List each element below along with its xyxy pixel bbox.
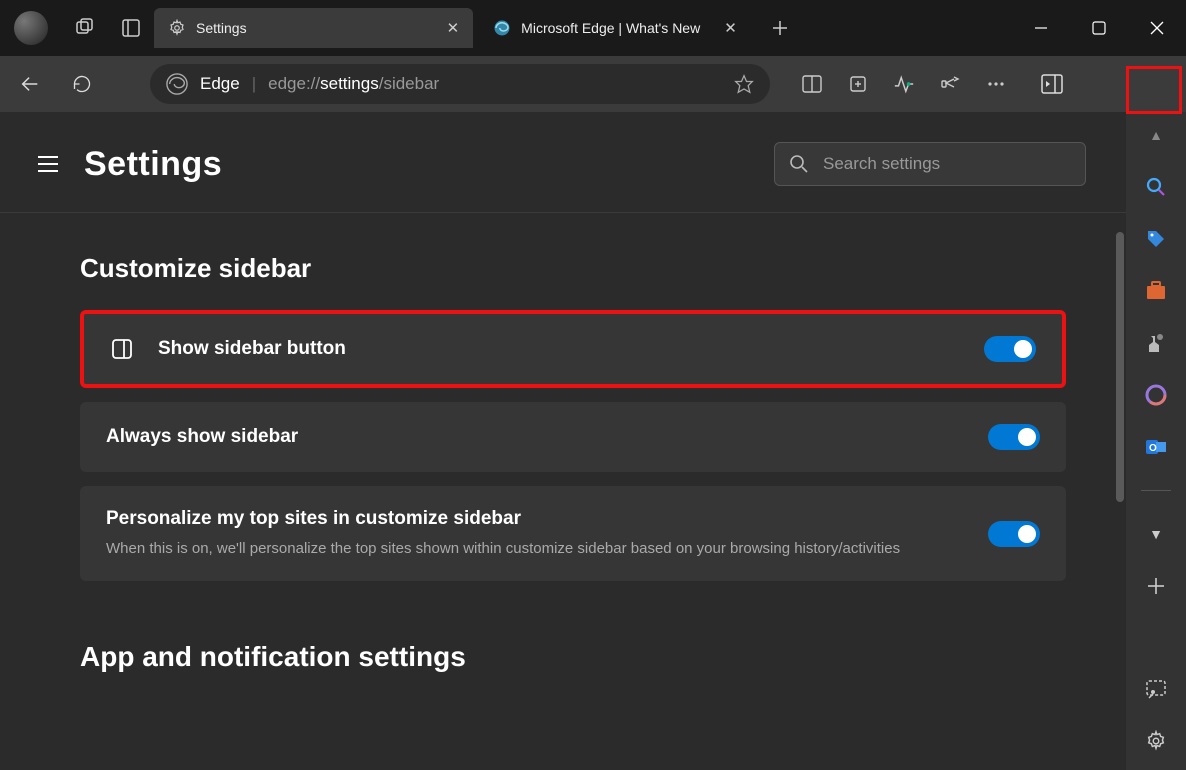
svg-text:O: O xyxy=(1149,443,1157,454)
edge-logo-icon xyxy=(166,73,188,95)
window-controls xyxy=(1012,0,1186,56)
search-icon[interactable] xyxy=(1143,174,1169,200)
tab-label: Microsoft Edge | What's New xyxy=(521,20,700,36)
settings-content: Settings Customize sidebar Show sidebar … xyxy=(0,112,1126,770)
section-title: Customize sidebar xyxy=(80,253,1066,284)
tab-actions-icon[interactable] xyxy=(62,0,108,56)
briefcase-icon[interactable] xyxy=(1143,278,1169,304)
collections-icon[interactable] xyxy=(836,62,880,106)
share-icon[interactable] xyxy=(928,62,972,106)
tab-whatsnew[interactable]: Microsoft Edge | What's New ✕ xyxy=(479,8,751,48)
setting-label: Always show sidebar xyxy=(106,426,298,448)
games-icon[interactable] xyxy=(1143,330,1169,356)
outlook-icon[interactable]: O xyxy=(1143,434,1169,460)
gear-icon xyxy=(168,19,186,37)
maximize-button[interactable] xyxy=(1070,0,1128,56)
page-title: Settings xyxy=(84,145,222,184)
profile-avatar[interactable] xyxy=(14,11,48,45)
toggle-switch[interactable] xyxy=(984,336,1036,362)
search-settings[interactable] xyxy=(774,142,1086,186)
titlebar: Settings ✕ Microsoft Edge | What's New ✕ xyxy=(0,0,1186,56)
new-tab-button[interactable] xyxy=(757,0,803,56)
toolbar: Edge | edge://settings/sidebar xyxy=(0,56,1186,112)
edge-sidebar: ▲ O ▼ xyxy=(1126,112,1186,770)
scrollbar[interactable] xyxy=(1116,232,1124,502)
office-icon[interactable] xyxy=(1143,382,1169,408)
tag-icon[interactable] xyxy=(1143,226,1169,252)
setting-label: Show sidebar button xyxy=(158,338,346,360)
tab-label: Settings xyxy=(196,20,247,36)
screenshot-icon[interactable] xyxy=(1143,676,1169,702)
refresh-button[interactable] xyxy=(60,62,104,106)
setting-label: Personalize my top sites in customize si… xyxy=(106,508,964,530)
minimize-button[interactable] xyxy=(1012,0,1070,56)
edge-icon xyxy=(493,19,511,37)
setting-always-show-sidebar[interactable]: Always show sidebar xyxy=(80,402,1066,472)
close-window-button[interactable] xyxy=(1128,0,1186,56)
address-brand: Edge xyxy=(200,74,240,94)
more-icon[interactable] xyxy=(974,62,1018,106)
section-title: App and notification settings xyxy=(80,641,1066,673)
search-input[interactable] xyxy=(823,154,1071,174)
sidebar-toggle-button[interactable] xyxy=(1030,62,1074,106)
favorite-icon[interactable] xyxy=(734,74,754,94)
back-button[interactable] xyxy=(8,62,52,106)
address-url: edge://settings/sidebar xyxy=(268,74,439,94)
close-tab-icon[interactable]: ✕ xyxy=(447,19,460,37)
caret-down-icon[interactable]: ▼ xyxy=(1143,521,1169,547)
caret-up-icon[interactable]: ▲ xyxy=(1143,122,1169,148)
hamburger-icon[interactable] xyxy=(36,154,64,174)
sidebar-icon xyxy=(110,337,134,361)
plus-icon[interactable] xyxy=(1143,573,1169,599)
setting-show-sidebar-button[interactable]: Show sidebar button xyxy=(80,310,1066,388)
address-bar[interactable]: Edge | edge://settings/sidebar xyxy=(150,64,770,104)
toggle-switch[interactable] xyxy=(988,424,1040,450)
performance-icon[interactable] xyxy=(882,62,926,106)
split-screen-icon[interactable] xyxy=(790,62,834,106)
close-tab-icon[interactable]: ✕ xyxy=(724,19,737,37)
tab-settings[interactable]: Settings ✕ xyxy=(154,8,473,48)
search-icon xyxy=(789,154,809,174)
setting-description: When this is on, we'll personalize the t… xyxy=(106,538,964,559)
workspaces-icon[interactable] xyxy=(108,0,154,56)
toggle-switch[interactable] xyxy=(988,521,1040,547)
setting-personalize-top-sites[interactable]: Personalize my top sites in customize si… xyxy=(80,486,1066,581)
gear-icon[interactable] xyxy=(1143,728,1169,754)
